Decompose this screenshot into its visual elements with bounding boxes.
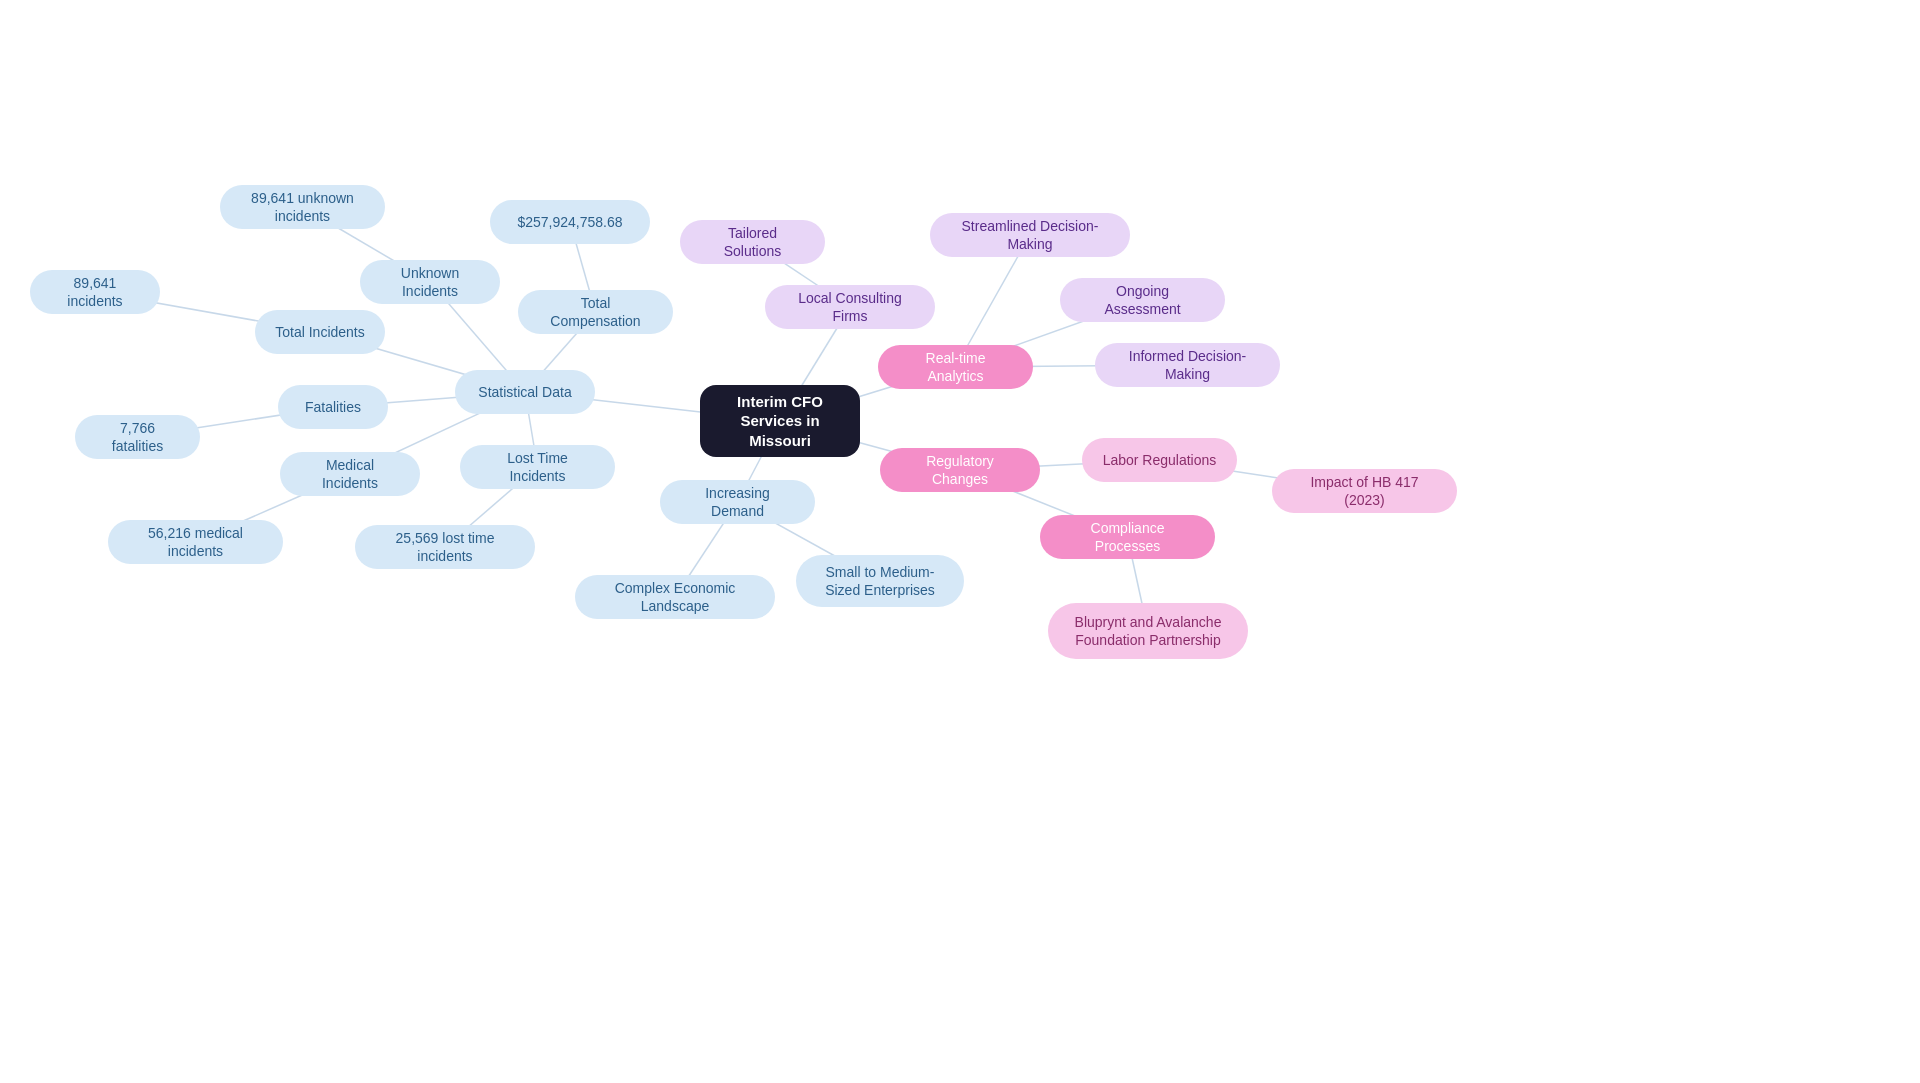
complex-economic-node[interactable]: Complex Economic Landscape <box>575 575 775 619</box>
25569-lost-node[interactable]: 25,569 lost time incidents <box>355 525 535 569</box>
informed-decision-node[interactable]: Informed Decision-Making <box>1095 343 1280 387</box>
89641-incidents-node[interactable]: 89,641 incidents <box>30 270 160 314</box>
fatalities-node[interactable]: Fatalities <box>278 385 388 429</box>
increasing-demand-node[interactable]: Increasing Demand <box>660 480 815 524</box>
total-compensation-node[interactable]: Total Compensation <box>518 290 673 334</box>
statistical-data-node[interactable]: Statistical Data <box>455 370 595 414</box>
small-medium-node[interactable]: Small to Medium-Sized Enterprises <box>796 555 964 607</box>
ongoing-assessment-node[interactable]: Ongoing Assessment <box>1060 278 1225 322</box>
mindmap-container: Interim CFO Services in Missouri Statisti… <box>0 0 1920 1083</box>
streamlined-node[interactable]: Streamlined Decision-Making <box>930 213 1130 257</box>
compliance-processes-node[interactable]: Compliance Processes <box>1040 515 1215 559</box>
7766-fatalities-node[interactable]: 7,766 fatalities <box>75 415 200 459</box>
impact-hb417-node[interactable]: Impact of HB 417 (2023) <box>1272 469 1457 513</box>
bluprynt-node[interactable]: Bluprynt and Avalanche Foundation Partne… <box>1048 603 1248 659</box>
medical-incidents-node[interactable]: Medical Incidents <box>280 452 420 496</box>
lost-time-node[interactable]: Lost Time Incidents <box>460 445 615 489</box>
regulatory-changes-node[interactable]: Regulatory Changes <box>880 448 1040 492</box>
connections-svg <box>0 0 1920 1083</box>
257m-node[interactable]: $257,924,758.68 <box>490 200 650 244</box>
56216-medical-node[interactable]: 56,216 medical incidents <box>108 520 283 564</box>
labor-regulations-node[interactable]: Labor Regulations <box>1082 438 1237 482</box>
real-time-analytics-node[interactable]: Real-time Analytics <box>878 345 1033 389</box>
total-incidents-node[interactable]: Total Incidents <box>255 310 385 354</box>
89641-unknown-node[interactable]: 89,641 unknown incidents <box>220 185 385 229</box>
unknown-incidents-node[interactable]: Unknown Incidents <box>360 260 500 304</box>
local-consulting-node[interactable]: Local Consulting Firms <box>765 285 935 329</box>
tailored-solutions-node[interactable]: Tailored Solutions <box>680 220 825 264</box>
center-node[interactable]: Interim CFO Services in Missouri <box>700 385 860 457</box>
